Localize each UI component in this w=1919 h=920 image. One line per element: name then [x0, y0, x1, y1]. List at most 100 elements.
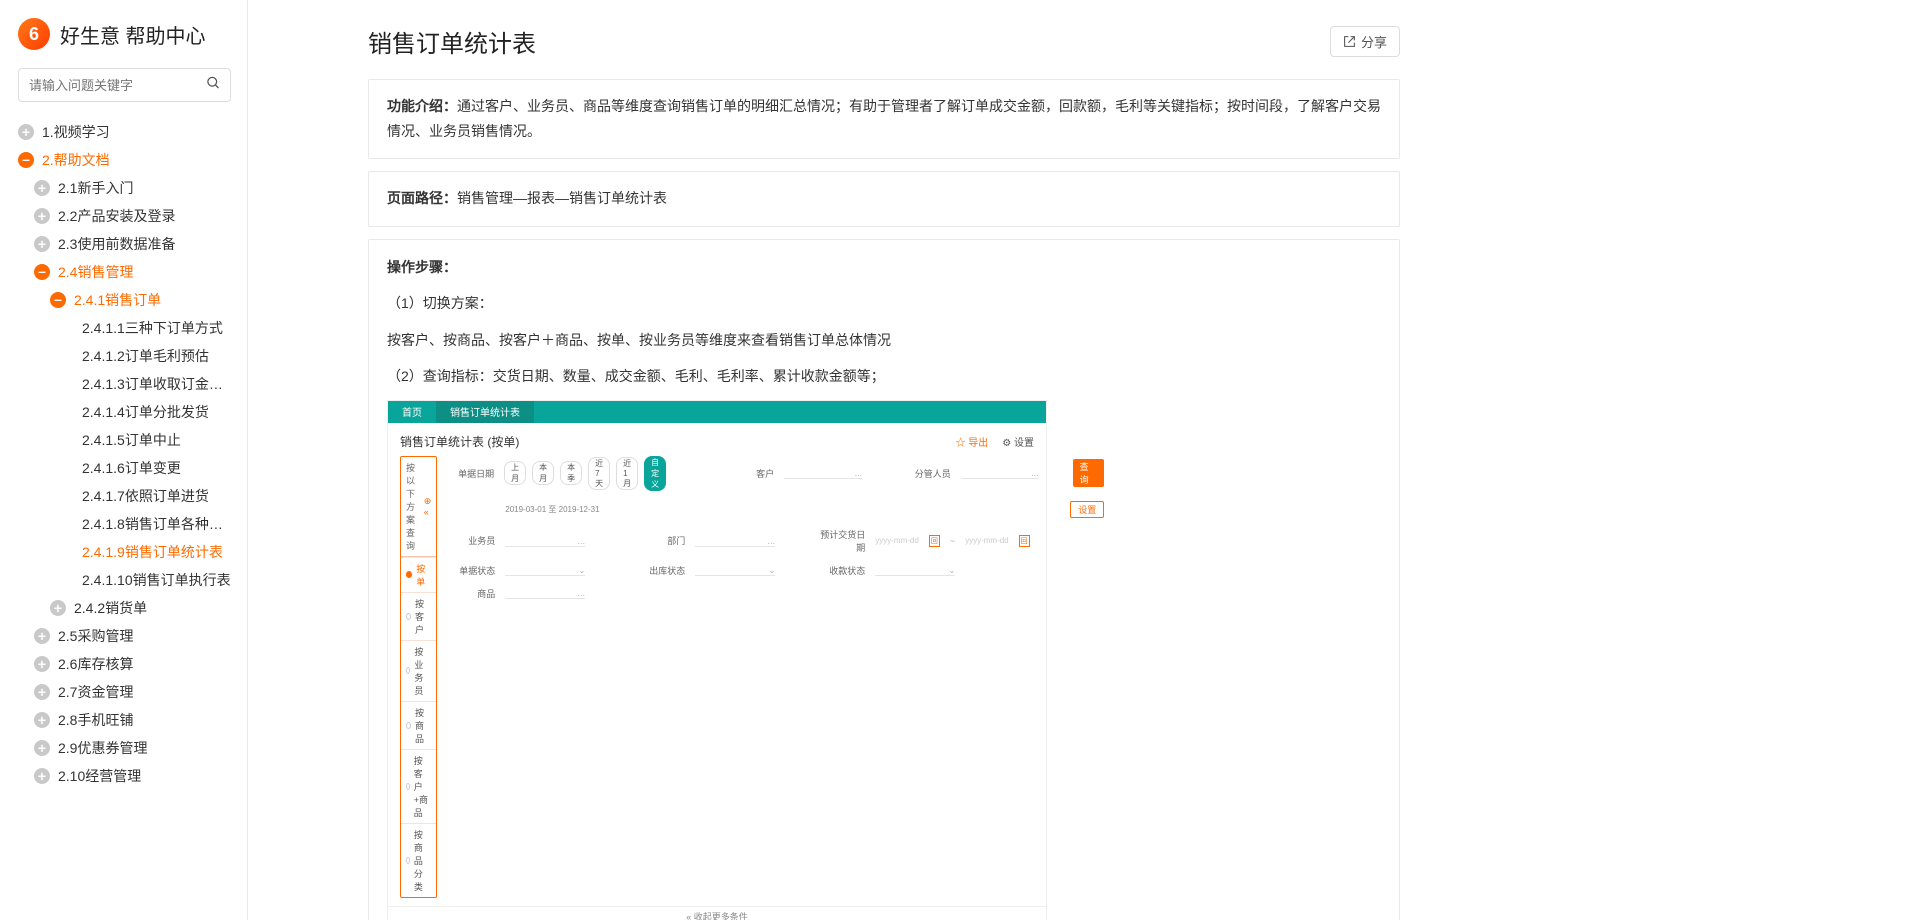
shot-setting: ⚙ 设置: [1002, 434, 1034, 449]
nav-item[interactable]: 2.6库存核算: [18, 650, 231, 678]
nav-item[interactable]: 2.4.1.5订单中止: [18, 426, 231, 454]
step-1: （1）切换方案：: [387, 290, 1381, 317]
intro-lead: 功能介绍：: [387, 98, 457, 114]
nav-item[interactable]: 2.9优惠券管理: [18, 734, 231, 762]
nav-label: 2.4.1.10销售订单执行表: [82, 572, 231, 588]
lbl-expect: 预计交货日期: [815, 528, 865, 554]
lbl-out: 出库状态: [635, 564, 685, 577]
collapse-bar: « 收起更多条件: [388, 906, 1046, 920]
nav-label: 2.2产品安装及登录: [58, 202, 175, 230]
nav-item[interactable]: 2.4.1.10销售订单执行表: [18, 566, 231, 594]
btn-setting: 设置: [1070, 501, 1104, 518]
path-lead: 页面路径：: [387, 190, 457, 206]
collapse-icon[interactable]: [18, 152, 34, 168]
date-pill: 近1月: [616, 457, 638, 490]
expand-icon[interactable]: [34, 740, 50, 756]
nav-label: 2.4.1.1三种下订单方式: [82, 320, 223, 336]
nav-item[interactable]: 2.3使用前数据准备: [18, 230, 231, 258]
expand-icon[interactable]: [34, 208, 50, 224]
nav-item[interactable]: 1.视频学习: [18, 118, 231, 146]
intro-body: 通过客户、业务员、商品等维度查询销售订单的明细汇总情况；有助于管理者了解订单成交…: [387, 98, 1381, 139]
nav-item[interactable]: 2.2产品安装及登录: [18, 202, 231, 230]
nav-item[interactable]: 2.8手机旺铺: [18, 706, 231, 734]
nav-label: 2.5采购管理: [58, 622, 133, 650]
nav-label: 2.帮助文档: [42, 146, 110, 174]
nav-label: 2.4.1销售订单: [74, 286, 161, 314]
expand-icon[interactable]: [50, 600, 66, 616]
plan-header: 按以下方案查询: [406, 461, 424, 552]
nav-item[interactable]: 2.5采购管理: [18, 622, 231, 650]
expand-icon[interactable]: [18, 124, 34, 140]
nav-item[interactable]: 2.4.1.3订单收取订金，销货单: [18, 370, 231, 398]
expand-icon[interactable]: [34, 684, 50, 700]
shot-export: ☆ 导出: [955, 434, 988, 449]
nav-item[interactable]: 2.1新手入门: [18, 174, 231, 202]
lbl-customer: 客户: [725, 467, 774, 480]
lbl-date: 单据日期: [445, 467, 494, 480]
nav-label: 2.4.1.2订单毛利预估: [82, 348, 209, 364]
filter-form: 单据日期 上月本月本季近7天近1月自定义 客户 … 分管人员 … 查询: [445, 456, 1104, 898]
nav-item[interactable]: 2.4.1.1三种下订单方式: [18, 314, 231, 342]
expand-icon[interactable]: [34, 180, 50, 196]
nav-item[interactable]: 2.10经营管理: [18, 762, 231, 790]
expand-icon[interactable]: [34, 656, 50, 672]
nav-item[interactable]: 2.4.1.9销售订单统计表: [18, 538, 231, 566]
nav-label: 2.4.1.9销售订单统计表: [82, 544, 223, 560]
nav-label: 2.4.1.7依照订单进货: [82, 488, 209, 504]
search-input[interactable]: [18, 68, 231, 102]
date-pill: 本季: [560, 461, 582, 485]
nav-item[interactable]: 2.4.1.8销售订单各种状态: [18, 510, 231, 538]
share-button[interactable]: 分享: [1330, 26, 1400, 57]
search-box: [18, 68, 231, 102]
path-card: 页面路径：销售管理—报表—销售订单统计表: [368, 171, 1400, 226]
screenshot-1: 首页 销售订单统计表 销售订单统计表 (按单) ☆ 导出 ⚙ 设置 按以下方案查…: [387, 400, 1047, 920]
search-icon[interactable]: [206, 76, 221, 95]
nav-item[interactable]: 2.4销售管理: [18, 258, 231, 286]
logo-icon: 6: [18, 18, 50, 50]
btn-query: 查询: [1073, 459, 1105, 487]
nav-tree: 1.视频学习2.帮助文档2.1新手入门2.2产品安装及登录2.3使用前数据准备2…: [18, 118, 231, 790]
filter-plan-panel: 按以下方案查询⊕ « 按单按客户按业务员按商品按客户+商品按商品分类: [400, 456, 437, 898]
share-icon: [1343, 35, 1356, 48]
plan-option: 按客户: [401, 592, 436, 640]
nav-item[interactable]: 2.4.1.6订单变更: [18, 454, 231, 482]
brand-text: 好生意 帮助中心: [60, 20, 206, 49]
nav-item[interactable]: 2.4.1.2订单毛利预估: [18, 342, 231, 370]
shot-tab-home: 首页: [388, 401, 436, 423]
lbl-dept: 部门: [635, 534, 685, 547]
step-2: （2）查询指标：交货日期、数量、成交金额、毛利、毛利率、累计收款金额等；: [387, 363, 1381, 390]
expand-icon[interactable]: [34, 768, 50, 784]
date-pill: 本月: [532, 461, 554, 485]
nav-label: 2.4.1.5订单中止: [82, 432, 181, 448]
expand-icon[interactable]: [34, 712, 50, 728]
expand-icon[interactable]: [34, 236, 50, 252]
expand-icon[interactable]: [34, 628, 50, 644]
nav-item[interactable]: 2.7资金管理: [18, 678, 231, 706]
shot-tabs: 首页 销售订单统计表: [388, 401, 1046, 423]
collapse-icon[interactable]: [50, 292, 66, 308]
nav-label: 2.4.2销货单: [74, 594, 147, 622]
nav-item[interactable]: 2.4.1.7依照订单进货: [18, 482, 231, 510]
nav-label: 2.10经营管理: [58, 762, 141, 790]
nav-item[interactable]: 2.4.1销售订单: [18, 286, 231, 314]
share-label: 分享: [1361, 32, 1387, 51]
nav-label: 2.4.1.6订单变更: [82, 460, 181, 476]
nav-label: 2.3使用前数据准备: [58, 230, 175, 258]
collapse-icon[interactable]: [34, 264, 50, 280]
nav-item[interactable]: 2.4.1.4订单分批发货: [18, 398, 231, 426]
nav-label: 2.7资金管理: [58, 678, 133, 706]
lbl-manager: 分管人员: [902, 467, 951, 480]
plan-option: 按单: [401, 557, 436, 592]
nav-label: 2.4.1.8销售订单各种状态: [82, 516, 231, 532]
steps-card: 操作步骤： （1）切换方案： 按客户、按商品、按客户＋商品、按单、按业务员等维度…: [368, 239, 1400, 920]
lbl-salesman: 业务员: [445, 534, 495, 547]
sidebar: 6 好生意 帮助中心 1.视频学习2.帮助文档2.1新手入门2.2产品安装及登录…: [0, 0, 248, 920]
plan-option: 按商品分类: [401, 823, 436, 897]
nav-item[interactable]: 2.帮助文档: [18, 146, 231, 174]
brand: 6 好生意 帮助中心: [18, 18, 231, 50]
date-pill: 近7天: [588, 457, 610, 490]
nav-label: 2.1新手入门: [58, 174, 133, 202]
plan-option: 按商品: [401, 701, 436, 749]
plan-option: 按客户+商品: [401, 749, 436, 823]
nav-item[interactable]: 2.4.2销货单: [18, 594, 231, 622]
